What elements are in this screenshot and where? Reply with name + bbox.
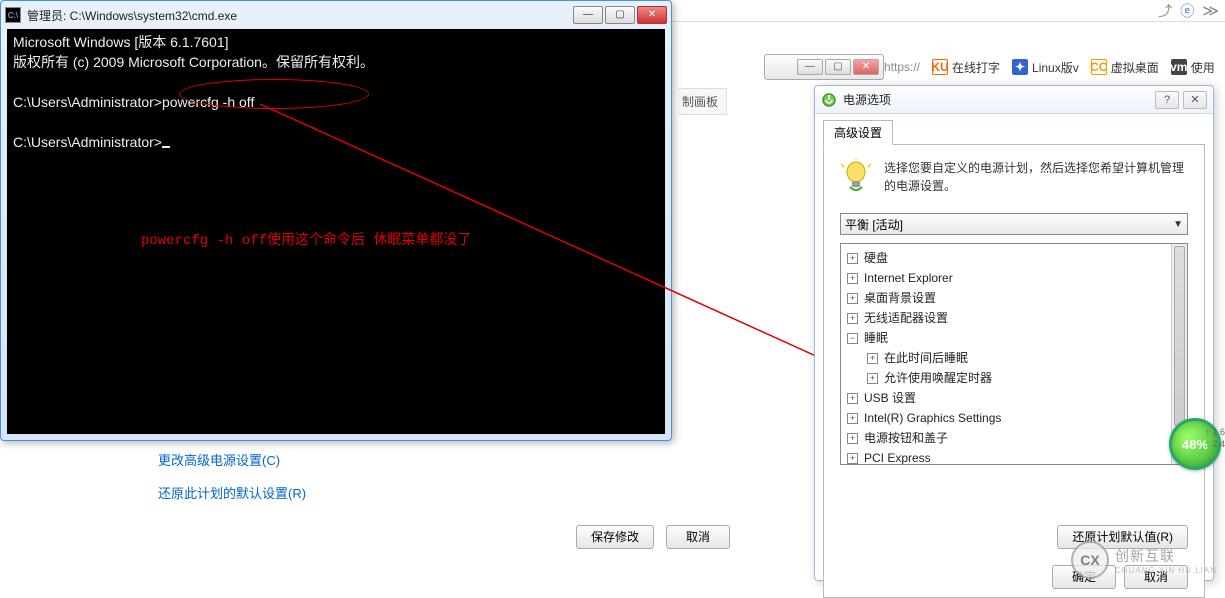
expand-icon[interactable]: +	[847, 433, 858, 444]
tree-node-sleep[interactable]: −睡眠	[843, 328, 1169, 348]
bookmark-icon: ✦	[1012, 59, 1028, 75]
bookmark-item[interactable]: vm使用	[1171, 59, 1215, 76]
selected-plan: 平衡 [活动]	[845, 216, 903, 233]
expand-icon[interactable]: +	[847, 453, 858, 464]
tab-advanced[interactable]: 高级设置	[823, 120, 893, 145]
bookmark-icon: vm	[1171, 59, 1187, 75]
tree-node-intel-gfx[interactable]: +Intel(R) Graphics Settings	[843, 408, 1169, 428]
plan-action-buttons: 保存修改 取消	[576, 525, 730, 549]
power-options-dialog: 电源选项 ? ✕ 高级设置 选择您要自定义的电源计划，然后选择您希望计算机管理的…	[814, 85, 1214, 581]
expand-icon[interactable]: +	[847, 313, 858, 324]
save-button[interactable]: 保存修改	[576, 525, 654, 549]
cmd-title: 管理员: C:\Windows\system32\cmd.exe	[27, 7, 573, 24]
dialog-titlebar[interactable]: 电源选项 ? ✕	[815, 86, 1213, 114]
cmd-titlebar[interactable]: C:\ 管理员: C:\Windows\system32\cmd.exe — ▢…	[1, 1, 671, 29]
close-button[interactable]: ✕	[1183, 91, 1207, 109]
logo-badge: CX	[1071, 541, 1109, 579]
panel-fragment-label: 制画板	[678, 88, 727, 115]
dialog-description: 选择您要自定义的电源计划，然后选择您希望计算机管理的电源设置。	[884, 159, 1188, 195]
expand-icon[interactable]: +	[847, 273, 858, 284]
cmd-window: C:\ 管理员: C:\Windows\system32\cmd.exe — ▢…	[0, 0, 672, 441]
minimize-button[interactable]: —	[573, 6, 603, 24]
expand-icon[interactable]: +	[847, 393, 858, 404]
net-speed-readout: 1.6 2.4	[1205, 426, 1225, 450]
more-icon[interactable]: ≫	[1202, 1, 1219, 21]
tree-node-sleep-after[interactable]: +在此时间后睡眠	[863, 348, 1169, 368]
help-button[interactable]: ?	[1155, 91, 1179, 109]
bookmark-icon: KU	[932, 59, 948, 75]
power-plan-dropdown[interactable]: 平衡 [活动] ▼	[840, 213, 1188, 235]
tab-panel: 选择您要自定义的电源计划，然后选择您希望计算机管理的电源设置。 平衡 [活动] …	[823, 144, 1205, 598]
annotation-ellipse	[179, 79, 369, 109]
settings-tree[interactable]: +硬盘 +Internet Explorer +桌面背景设置 +无线适配器设置 …	[840, 243, 1188, 465]
annotation-text: powercfg -h off使用这个命令后 休眠菜单都没了	[141, 229, 471, 249]
tree-node-usb[interactable]: +USB 设置	[843, 388, 1169, 408]
bookmark-item[interactable]: ✦Linux版v	[1012, 59, 1079, 76]
expand-icon[interactable]: +	[847, 253, 858, 264]
tree-node-power-buttons[interactable]: +电源按钮和盖子	[843, 428, 1169, 448]
ie-icon[interactable]: ⓔ	[1180, 1, 1194, 21]
bulb-icon	[840, 159, 872, 191]
background-window-controls: — ▢ ✕	[764, 54, 884, 80]
collapse-icon[interactable]: −	[847, 333, 858, 344]
tree-node-harddisk[interactable]: +硬盘	[843, 248, 1169, 268]
expand-icon[interactable]: +	[867, 353, 878, 364]
tree-node-ie[interactable]: +Internet Explorer	[843, 268, 1169, 288]
share-icon[interactable]: ⤴	[1158, 1, 1172, 21]
expand-icon[interactable]: +	[867, 373, 878, 384]
restore-defaults-link[interactable]: 还原此计划的默认设置(R)	[158, 483, 306, 502]
maximize-button[interactable]: ▢	[825, 59, 851, 75]
minimize-button[interactable]: —	[797, 59, 823, 75]
change-advanced-link[interactable]: 更改高级电源设置(C)	[158, 450, 306, 469]
watermark-logo: CX 创新互联 CHUANG XIN HU LIAN	[1071, 541, 1217, 579]
logo-text-en: CHUANG XIN HU LIAN	[1115, 566, 1217, 575]
tree-node-pci[interactable]: +PCI Express	[843, 448, 1169, 465]
bookmark-bar: https:// KU在线打字 ✦Linux版v CC虚拟桌面 vm使用	[884, 54, 1225, 80]
cancel-button[interactable]: 取消	[666, 525, 730, 549]
bookmark-item[interactable]: CC虚拟桌面	[1091, 59, 1159, 76]
bookmark-item[interactable]: KU在线打字	[932, 59, 1000, 76]
scrollbar-thumb[interactable]	[1174, 246, 1185, 426]
logo-text-cn: 创新互联	[1115, 546, 1217, 566]
chevron-down-icon: ▼	[1173, 219, 1183, 230]
maximize-button[interactable]: ▢	[605, 6, 635, 24]
bookmark-icon: CC	[1091, 59, 1107, 75]
plan-links: 更改高级电源设置(C) 还原此计划的默认设置(R)	[158, 450, 306, 516]
browser-toolbar: ⤴ ⓔ ≫	[670, 0, 1225, 22]
power-icon	[821, 92, 837, 108]
cmd-icon: C:\	[5, 7, 21, 23]
https-label: https://	[884, 60, 920, 74]
expand-icon[interactable]: +	[847, 413, 858, 424]
tree-node-desktop-bg[interactable]: +桌面背景设置	[843, 288, 1169, 308]
tree-node-wireless[interactable]: +无线适配器设置	[843, 308, 1169, 328]
close-button[interactable]: ✕	[853, 59, 879, 75]
dialog-title: 电源选项	[843, 91, 1151, 108]
tree-node-wake-timers[interactable]: +允许使用唤醒定时器	[863, 368, 1169, 388]
expand-icon[interactable]: +	[847, 293, 858, 304]
cursor	[162, 146, 170, 148]
close-button[interactable]: ✕	[637, 6, 667, 24]
